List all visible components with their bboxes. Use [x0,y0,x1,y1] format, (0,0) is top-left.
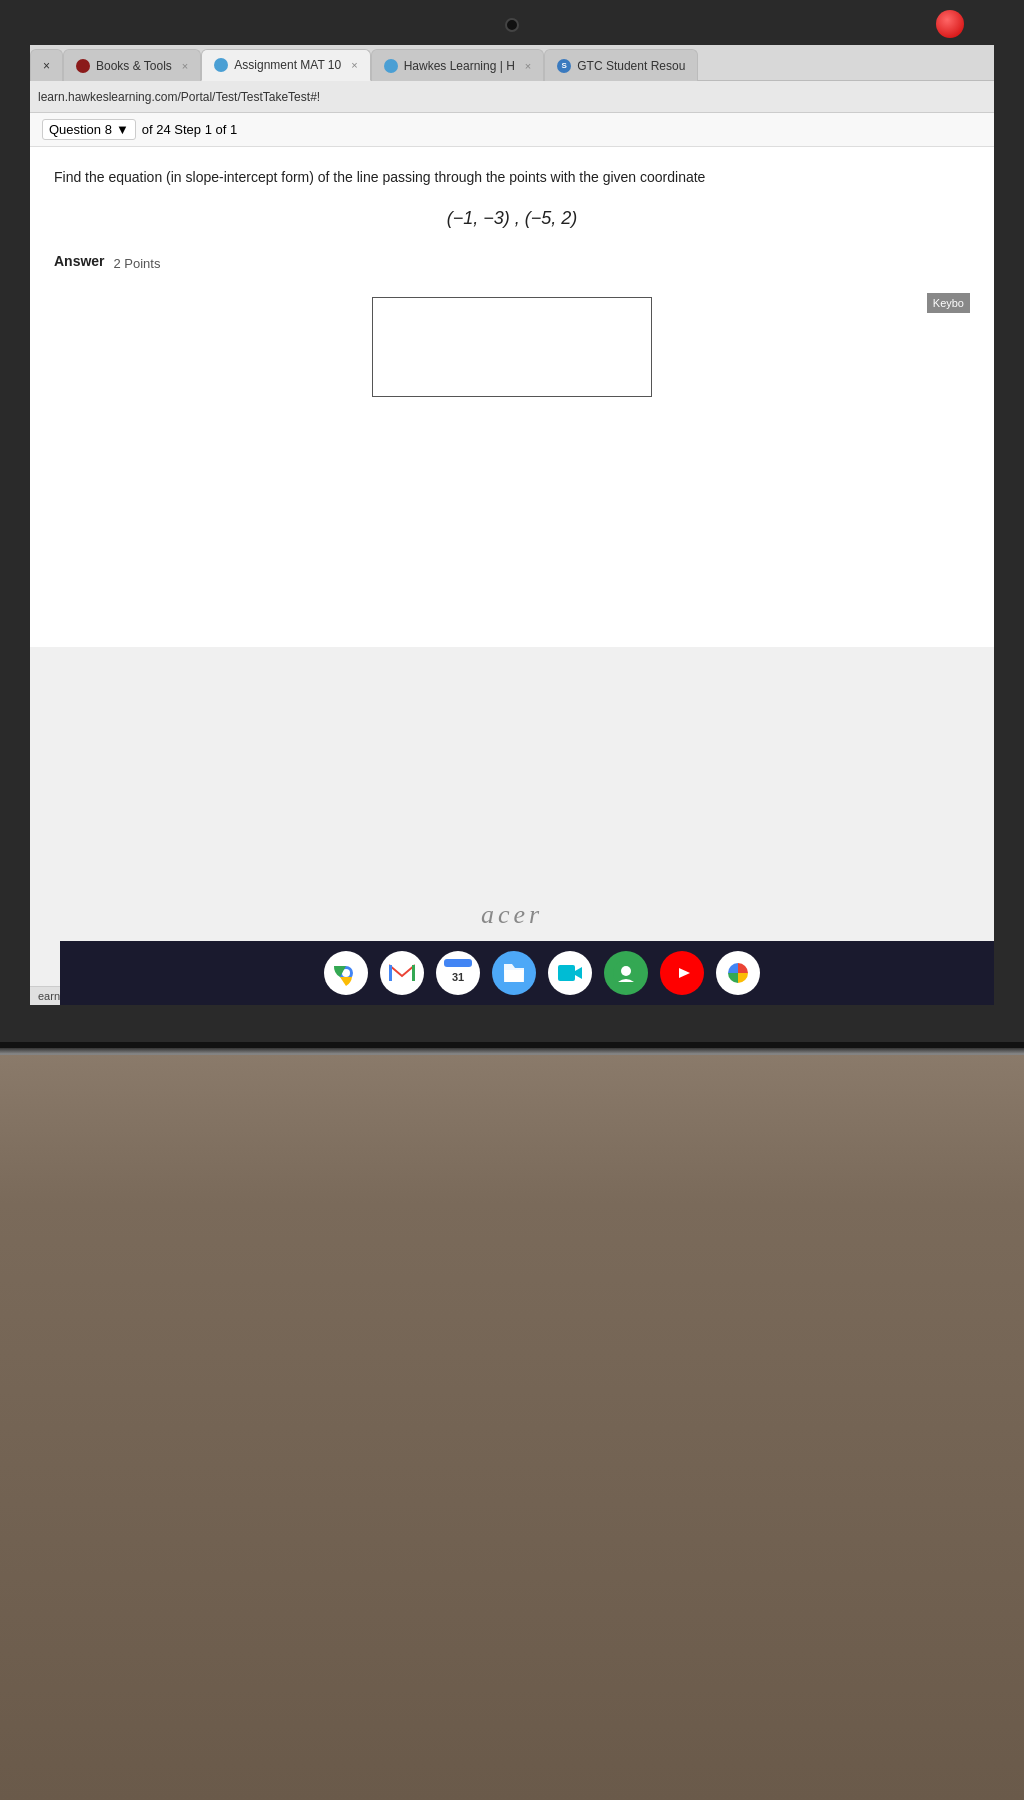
tab-books-label: Books & Tools [96,59,172,73]
svg-rect-2 [389,963,415,983]
hawkes-icon [214,58,228,72]
tab-assignment-label: Assignment MAT 10 [234,58,341,72]
question-nav: Question 8 ▼ of 24 Step 1 of 1 [30,113,994,147]
tab-hawkes-label: Hawkes Learning | H [404,59,515,73]
taskbar-calendar-icon[interactable]: 31 [436,951,480,995]
question-text: Find the equation (in slope-intercept fo… [54,167,970,188]
address-bar: learn.hawkeslearning.com/Portal/Test/Tes… [30,81,994,113]
math-expression: (−1, −3) , (−5, 2) [54,208,970,229]
laptop-base: ← → C □ □|| ○ ○ ◄ ◄◄ ▲ @ 2 # 3 $ 4 [0,1055,1024,1800]
tab-hawkes[interactable]: Hawkes Learning | H × [371,49,545,81]
tab-assignment-close[interactable]: × [351,59,357,71]
chevron-down-icon: ▼ [116,122,129,137]
acer-brand-label: acer [481,900,543,930]
keyboard-button[interactable]: Keybo [927,293,970,313]
laptop-screen-bezel: × Books & Tools × Assignment MAT 10 × Ha… [0,0,1024,1050]
tab-gtc[interactable]: S GTC Student Resou [544,49,698,81]
svg-rect-3 [389,965,392,981]
question-number: Question 8 [49,122,112,137]
tab-hawkes-close[interactable]: × [525,60,531,72]
taskbar-files-icon[interactable] [492,951,536,995]
tab-assignment[interactable]: Assignment MAT 10 × [201,49,370,81]
answer-input-box[interactable] [372,297,652,397]
taskbar-chrome-icon[interactable] [324,951,368,995]
browser-screen: × Books & Tools × Assignment MAT 10 × Ha… [30,45,994,1005]
svg-point-10 [621,966,631,976]
browser-tab-bar: × Books & Tools × Assignment MAT 10 × Ha… [30,45,994,81]
question-dropdown[interactable]: Question 8 ▼ [42,119,136,140]
tab-books[interactable]: Books & Tools × [63,49,201,81]
hawkes2-icon [384,59,398,73]
tab-gtc-label: GTC Student Resou [577,59,685,73]
address-url[interactable]: learn.hawkeslearning.com/Portal/Test/Tes… [38,90,320,104]
webcam [505,18,519,32]
content-area: Find the equation (in slope-intercept fo… [30,147,994,647]
taskbar-duo-icon[interactable] [604,951,648,995]
taskbar-photos-icon[interactable] [716,951,760,995]
svg-text:31: 31 [452,971,464,983]
tab-books-close[interactable]: × [182,60,188,72]
gtc-icon: S [557,59,571,73]
taskbar-gmail-icon[interactable] [380,951,424,995]
svg-rect-8 [558,965,575,981]
points-label: 2 Points [113,256,160,271]
question-of: of 24 Step 1 of 1 [142,122,237,137]
tab-x[interactable]: × [30,49,63,81]
taskbar: 31 [60,941,994,1005]
answer-label: Answer [54,253,105,269]
taskbar-youtube-icon[interactable] [660,951,704,995]
indicator-light [936,10,964,38]
svg-rect-6 [444,959,472,967]
answer-input-area: Keybo [54,293,970,397]
answer-section: Answer 2 Points Keybo [54,253,970,397]
close-x[interactable]: × [43,59,50,73]
svg-rect-4 [412,965,415,981]
taskbar-meet-icon[interactable] [548,951,592,995]
books-icon [76,59,90,73]
